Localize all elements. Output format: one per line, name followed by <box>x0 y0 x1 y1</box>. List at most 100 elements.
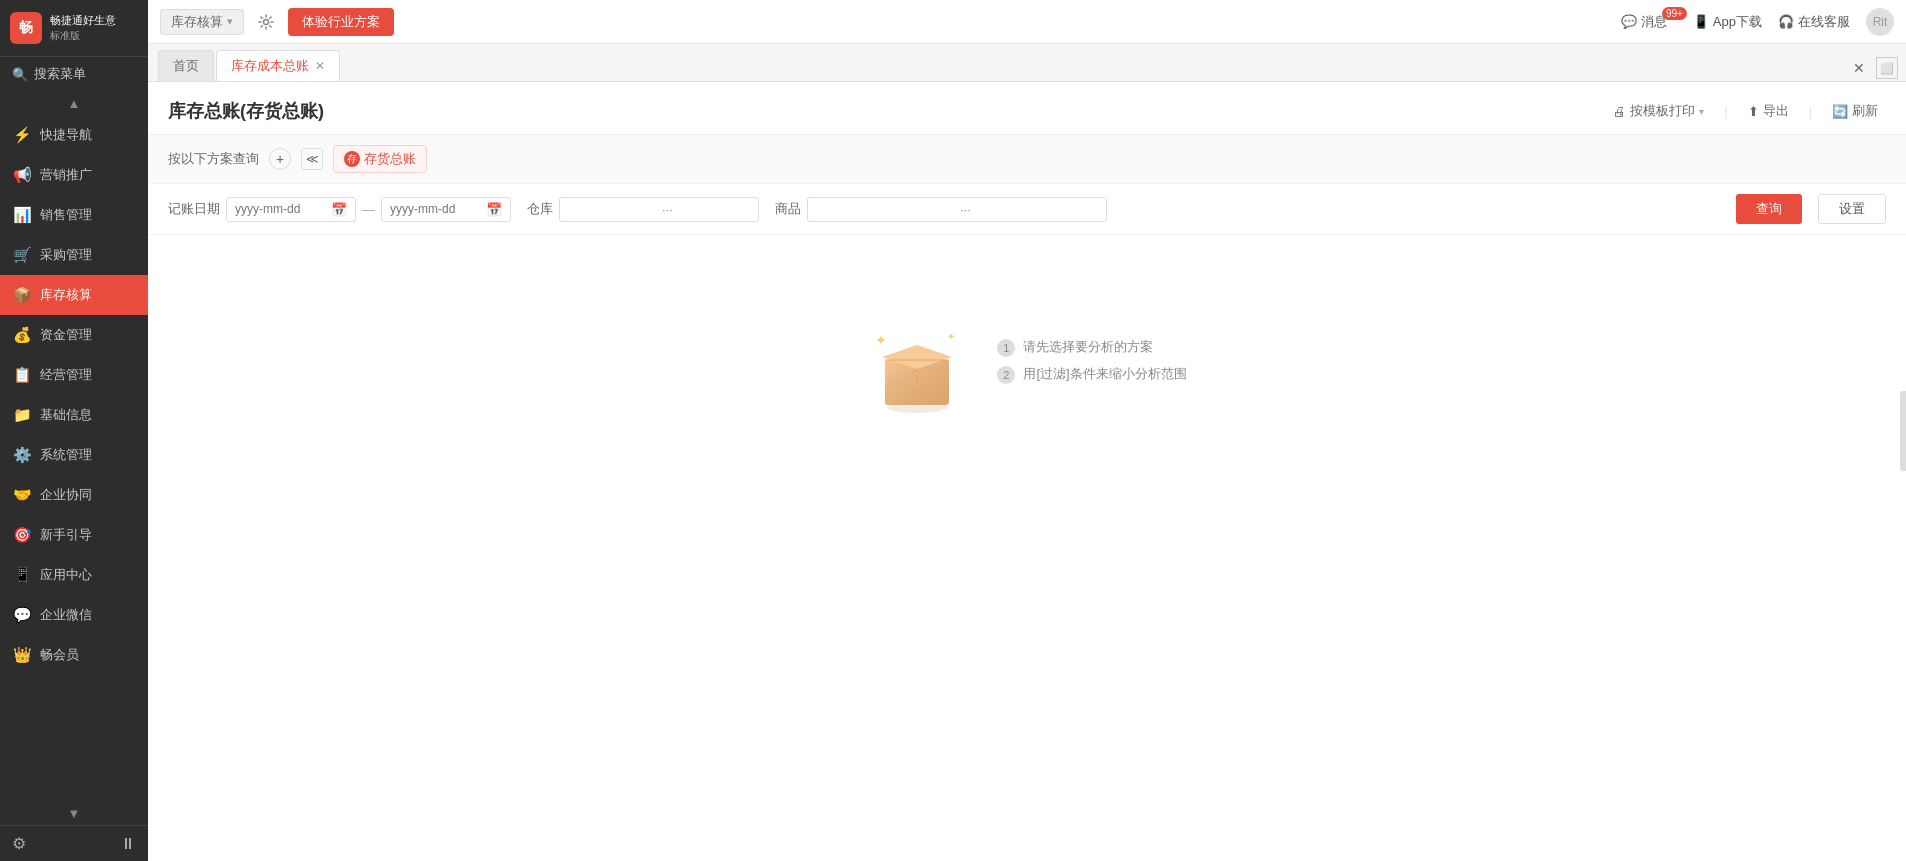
app-logo-icon: 畅 <box>10 12 42 44</box>
sidebar-logo: 畅 畅捷通好生意 标准版 <box>0 0 148 57</box>
scheme-item-inventory[interactable]: 存 存货总账 <box>333 145 427 173</box>
sidebar-item-cooperation[interactable]: 🤝 企业协同 <box>0 475 148 515</box>
svg-point-0 <box>264 19 269 24</box>
goods-more-icon[interactable]: ··· <box>960 202 1096 217</box>
sidebar-item-wechat[interactable]: 💬 企业微信 <box>0 595 148 635</box>
goods-input[interactable]: ··· <box>807 197 1107 222</box>
calendar-from-icon[interactable]: 📅 <box>331 202 347 217</box>
content-header-actions: 🖨 按模板打印 ▾ | ⬆ 导出 | 🔄 刷新 <box>1605 98 1886 124</box>
purchase-icon: 🛒 <box>12 245 32 265</box>
sidebar-search-label: 搜索菜单 <box>34 65 86 83</box>
sidebar-scroll-up[interactable]: ▲ <box>0 91 148 115</box>
date-field-group: 记账日期 📅 — 📅 <box>168 197 511 222</box>
panel-close-icon[interactable]: ✕ <box>1846 55 1872 81</box>
sidebar-item-purchase[interactable]: 🛒 采购管理 <box>0 235 148 275</box>
user-menu[interactable]: Rit <box>1866 8 1894 36</box>
sidebar-item-label: 基础信息 <box>40 406 136 424</box>
cooperation-icon: 🤝 <box>12 485 32 505</box>
empty-hint-1: 1 请先选择要分析的方案 <box>997 338 1186 357</box>
export-icon: ⬆ <box>1748 104 1759 119</box>
tab-close-icon[interactable]: ✕ <box>315 60 325 72</box>
sidebar-settings-btn[interactable]: ⚙ <box>12 834 26 853</box>
app-download-label: App下载 <box>1713 13 1762 31</box>
phone-icon: 📱 <box>1693 14 1709 29</box>
settings-button[interactable]: 设置 <box>1818 194 1886 224</box>
date-to-field[interactable] <box>390 202 480 216</box>
sidebar-item-operations[interactable]: 📋 经营管理 <box>0 355 148 395</box>
sidebar-item-label: 库存核算 <box>40 286 136 304</box>
search-button[interactable]: 查询 <box>1736 194 1802 224</box>
filter-add-button[interactable]: + <box>269 148 291 170</box>
app-download-btn[interactable]: 📱 App下载 <box>1693 13 1762 31</box>
date-to-input[interactable]: 📅 <box>381 197 511 222</box>
topbar-left: 库存核算 ▾ 体验行业方案 <box>160 8 394 36</box>
breadcrumb[interactable]: 库存核算 ▾ <box>160 9 244 35</box>
tab-home[interactable]: 首页 <box>158 50 214 81</box>
user-avatar: Rit <box>1866 8 1894 36</box>
date-from-field[interactable] <box>235 202 325 216</box>
messages-badge: 99+ <box>1662 7 1687 20</box>
sidebar-item-guide[interactable]: 🎯 新手引导 <box>0 515 148 555</box>
print-template-btn[interactable]: 🖨 按模板打印 ▾ <box>1605 98 1712 124</box>
panel-expand-icon[interactable]: ⬜ <box>1876 57 1898 79</box>
action-divider: | <box>1724 104 1727 119</box>
page-title: 库存总账(存货总账) <box>168 99 324 123</box>
sidebar-nav: ⚡ 快捷导航 📢 营销推广 📊 销售管理 🛒 采购管理 📦 库存核算 💰 资金管… <box>0 115 148 801</box>
sidebar-item-finance[interactable]: 💰 资金管理 <box>0 315 148 355</box>
sidebar-toggle-btn[interactable]: ⏸ <box>120 835 136 853</box>
search-fields-row: 记账日期 📅 — 📅 仓库 ··· 商品 <box>148 184 1906 235</box>
sidebar-item-label: 系统管理 <box>40 446 136 464</box>
sidebar-item-label: 采购管理 <box>40 246 136 264</box>
empty-text-list: 1 请先选择要分析的方案 2 用[过滤]条件来缩小分析范围 <box>997 338 1186 392</box>
sidebar-scroll-down[interactable]: ▼ <box>0 801 148 825</box>
warehouse-input[interactable]: ··· <box>559 197 759 222</box>
app-badge: 标准版 <box>50 29 116 43</box>
sidebar-item-marketing[interactable]: 📢 营销推广 <box>0 155 148 195</box>
online-support-btn[interactable]: 🎧 在线客服 <box>1778 13 1850 31</box>
filter-collapse-button[interactable]: ≪ <box>301 148 323 170</box>
topbar-right: 💬 消息 99+ 📱 App下载 🎧 在线客服 Rit <box>1621 8 1894 36</box>
date-dash: — <box>362 202 375 217</box>
app-name: 畅捷通好生意 <box>50 13 116 28</box>
sidebar-bottom: ⚙ ⏸ <box>0 825 148 861</box>
gear-icon <box>258 14 274 30</box>
breadcrumb-text: 库存核算 <box>171 13 223 31</box>
date-label: 记账日期 <box>168 200 220 218</box>
tab-inventory-cost[interactable]: 库存成本总账 ✕ <box>216 50 340 81</box>
industry-btn[interactable]: 体验行业方案 <box>288 8 394 36</box>
refresh-btn[interactable]: 🔄 刷新 <box>1824 98 1886 124</box>
empty-illustration-svg: ✦ ✦ <box>867 315 967 415</box>
sidebar-search-menu[interactable]: 🔍 搜索菜单 <box>0 57 148 91</box>
sidebar-item-system[interactable]: ⚙️ 系统管理 <box>0 435 148 475</box>
system-icon: ⚙️ <box>12 445 32 465</box>
calendar-to-icon[interactable]: 📅 <box>486 202 502 217</box>
goods-field-group: 商品 ··· <box>775 197 1107 222</box>
sidebar-item-member[interactable]: 👑 畅会员 <box>0 635 148 675</box>
warehouse-more-icon[interactable]: ··· <box>662 202 748 217</box>
right-edge-indicator[interactable] <box>1900 391 1906 471</box>
topbar-settings-button[interactable] <box>252 8 280 36</box>
refresh-label: 刷新 <box>1852 102 1878 120</box>
date-from-input[interactable]: 📅 <box>226 197 356 222</box>
sidebar-item-label: 新手引导 <box>40 526 136 544</box>
sidebar-item-sales[interactable]: 📊 销售管理 <box>0 195 148 235</box>
sidebar-item-app-center[interactable]: 📱 应用中心 <box>0 555 148 595</box>
inventory-icon: 📦 <box>12 285 32 305</box>
tab-inventory-cost-label: 库存成本总账 <box>231 57 309 75</box>
content-header: 库存总账(存货总账) 🖨 按模板打印 ▾ | ⬆ 导出 | 🔄 刷新 <box>148 82 1906 135</box>
tab-home-label: 首页 <box>173 57 199 75</box>
sidebar-item-label: 快捷导航 <box>40 126 136 144</box>
warehouse-field-group: 仓库 ··· <box>527 197 759 222</box>
sidebar-item-label: 资金管理 <box>40 326 136 344</box>
sidebar-item-inventory[interactable]: 📦 库存核算 <box>0 275 148 315</box>
export-label: 导出 <box>1763 102 1789 120</box>
finance-icon: 💰 <box>12 325 32 345</box>
export-btn[interactable]: ⬆ 导出 <box>1740 98 1797 124</box>
empty-illustration: ✦ ✦ <box>867 315 967 415</box>
sidebar-item-basic-info[interactable]: 📁 基础信息 <box>0 395 148 435</box>
sidebar-item-quick-nav[interactable]: ⚡ 快捷导航 <box>0 115 148 155</box>
member-icon: 👑 <box>12 645 32 665</box>
messages-btn[interactable]: 💬 消息 99+ <box>1621 13 1677 31</box>
main-area: 库存核算 ▾ 体验行业方案 💬 消息 99+ 📱 App下载 <box>148 0 1906 861</box>
sidebar-item-label: 畅会员 <box>40 646 136 664</box>
